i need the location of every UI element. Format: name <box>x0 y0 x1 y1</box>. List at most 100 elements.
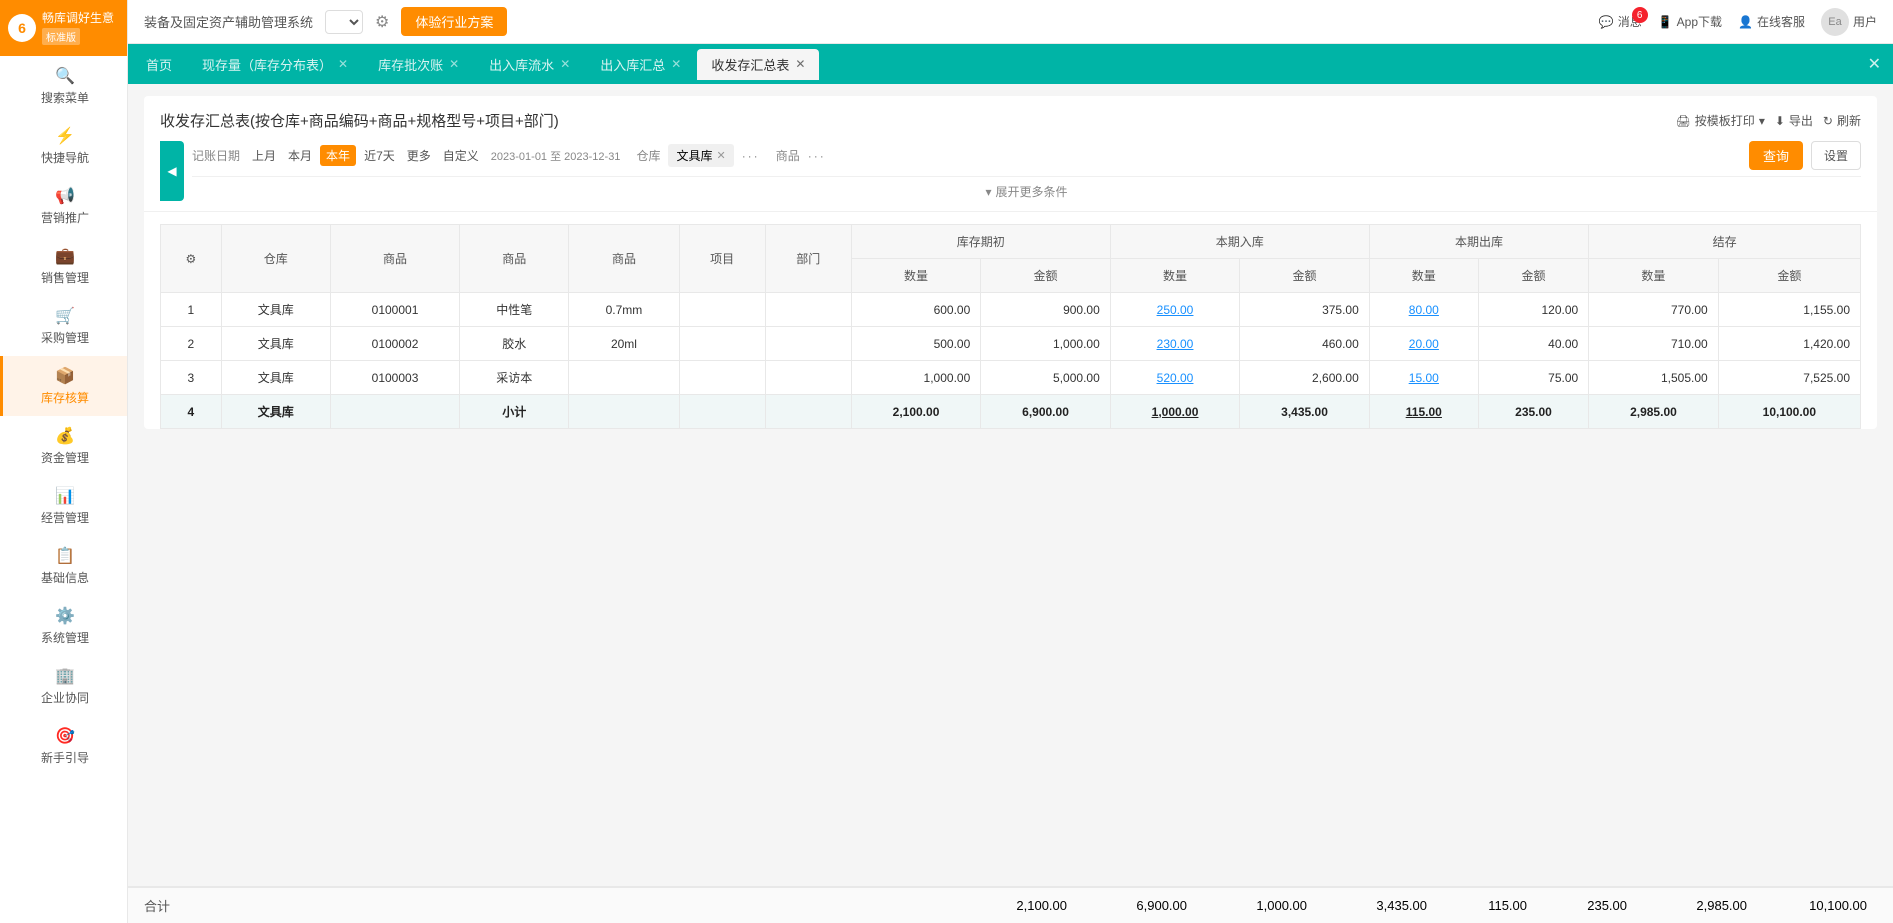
sidebar-item-label: 基础信息 <box>41 569 89 586</box>
tab-1[interactable]: 现存量（库存分布表） ✕ <box>188 49 362 80</box>
footer-open-amt: 6,900.00 <box>1077 898 1197 913</box>
message-icon: 💬 <box>1599 15 1614 29</box>
date-btn-this-year[interactable]: 本年 <box>320 145 356 166</box>
sidebar-item-business[interactable]: 📊 经营管理 <box>0 476 127 536</box>
quick-nav-icon: ⚡ <box>55 126 75 146</box>
tab-close-4[interactable]: ✕ <box>671 57 681 71</box>
query-button[interactable]: 查询 <box>1749 141 1803 170</box>
table-container: ⚙ 仓库 商品 商品 商品 项目 部门 库存期初 本期入库 本期出库 结存 <box>144 212 1877 429</box>
sidebar-item-guide[interactable]: 🎯新手引导 <box>0 716 127 776</box>
date-btn-last-month[interactable]: 上月 <box>248 145 280 166</box>
tab-4[interactable]: 出入库汇总✕ <box>586 49 695 80</box>
th-code: 商品 <box>330 225 460 293</box>
tab-label-5: 收发存汇总表 <box>711 55 789 74</box>
table-row: 2 文具库 0100002 胶水 20ml 500.00 1,000.00 23… <box>161 327 1861 361</box>
close-all-tabs-button[interactable]: ✕ <box>1860 50 1889 78</box>
cell-end-amt: 7,525.00 <box>1718 361 1860 395</box>
cell-out-qty[interactable]: 20.00 <box>1369 327 1478 361</box>
tab-label-0: 首页 <box>146 55 172 74</box>
business-icon: 📊 <box>55 486 75 506</box>
message-button[interactable]: 💬 消息 6 <box>1599 13 1642 30</box>
th-dept: 部门 <box>765 225 851 293</box>
sidebar-item-marketing[interactable]: 📢营销推广 <box>0 176 127 236</box>
cell-out-amt: 235.00 <box>1478 395 1588 429</box>
cell-end-qty: 770.00 <box>1589 293 1719 327</box>
online-service-button[interactable]: 👤 在线客服 <box>1738 13 1805 30</box>
tab-close-2[interactable]: ✕ <box>449 57 459 71</box>
cell-name: 小计 <box>460 395 569 429</box>
cell-out-qty[interactable]: 15.00 <box>1369 361 1478 395</box>
app-download-button[interactable]: 📱 App下载 <box>1658 13 1722 30</box>
chevron-down-icon: ▾ <box>1759 114 1765 128</box>
sidebar-item-label: 库存核算 <box>41 389 89 406</box>
date-btn-this-month[interactable]: 本月 <box>284 145 316 166</box>
enterprise-icon: 🏢 <box>55 666 75 686</box>
goods-ellipsis[interactable]: ··· <box>808 149 826 163</box>
expand-more-button[interactable]: ▾ 展开更多条件 <box>985 183 1067 200</box>
cell-end-qty: 710.00 <box>1589 327 1719 361</box>
sidebar-item-sales[interactable]: 💼销售管理 <box>0 236 127 296</box>
cell-out-qty[interactable]: 115.00 <box>1369 395 1478 429</box>
sidebar-item-enterprise[interactable]: 🏢企业协同 <box>0 656 127 716</box>
cell-project <box>679 395 765 429</box>
tab-close-3[interactable]: ✕ <box>560 57 570 71</box>
warehouse-ellipsis[interactable]: ··· <box>742 149 760 163</box>
tab-2[interactable]: 库存批次账 ✕ <box>364 49 473 80</box>
tab-3[interactable]: 出入库流水✕ <box>475 49 584 80</box>
warehouse-filter: 仓库 文具库 ✕ ··· <box>636 144 759 167</box>
sidebar-item-quick-nav[interactable]: ⚡快捷导航 <box>0 116 127 176</box>
tab-label-2: 库存批次账 <box>378 55 443 74</box>
system-dropdown[interactable] <box>325 10 363 34</box>
settings-button[interactable]: ⚙ <box>375 12 389 32</box>
tab-close-1[interactable]: ✕ <box>338 57 348 71</box>
cell-in-qty[interactable]: 230.00 <box>1110 327 1240 361</box>
sidebar-item-basic-info[interactable]: 📋基础信息 <box>0 536 127 596</box>
filter-collapse-button[interactable]: ◀ <box>160 141 184 201</box>
date-range-display: 2023-01-01 至 2023-12-31 <box>491 148 621 164</box>
tab-0[interactable]: 首页 <box>132 49 186 80</box>
tab-5[interactable]: 收发存汇总表 ✕ <box>697 49 819 80</box>
cell-spec: 0.7mm <box>569 293 679 327</box>
date-btn-7days[interactable]: 近7天 <box>360 145 399 166</box>
print-template-button[interactable]: 🖨 按模板打印 ▾ <box>1676 112 1765 129</box>
filter-content: 记账日期 上月 本月 本年 近7天 更多 自定义 2023-01-01 至 20… <box>192 141 1861 200</box>
topbar-right: 💬 消息 6 📱 App下载 👤 在线客服 Ea 用户 <box>1599 8 1877 36</box>
inventory-icon: 📦 <box>55 366 75 386</box>
sidebar-item-label: 经营管理 <box>41 509 89 526</box>
cell-name: 中性笔 <box>460 293 569 327</box>
table-row: 1 文具库 0100001 中性笔 0.7mm 600.00 900.00 25… <box>161 293 1861 327</box>
system-name: 装备及固定资产辅助管理系统 <box>144 12 313 31</box>
sidebar-item-inventory[interactable]: 📦 库存核算 <box>0 356 127 416</box>
user-menu[interactable]: Ea 用户 <box>1821 8 1877 36</box>
cell-open-qty: 600.00 <box>851 293 981 327</box>
th-out-group: 本期出库 <box>1369 225 1588 259</box>
cell-code: 0100001 <box>330 293 460 327</box>
export-button[interactable]: ⬇ 导出 <box>1775 112 1813 129</box>
experience-button[interactable]: 体验行业方案 <box>401 7 507 36</box>
sidebar-item-system[interactable]: ⚙️系统管理 <box>0 596 127 656</box>
cell-project <box>679 361 765 395</box>
cell-in-qty[interactable]: 1,000.00 <box>1110 395 1240 429</box>
date-buttons: 上月 本月 本年 近7天 更多 自定义 <box>248 145 483 166</box>
sidebar-item-label: 系统管理 <box>41 629 89 646</box>
filter-setting-button[interactable]: 设置 <box>1811 141 1861 170</box>
cell-code: 0100002 <box>330 327 460 361</box>
date-filter: 记账日期 上月 本月 本年 近7天 更多 自定义 2023-01-01 至 20… <box>192 145 620 166</box>
warehouse-tag-close[interactable]: ✕ <box>716 149 725 162</box>
date-btn-more[interactable]: 更多 <box>403 145 435 166</box>
cell-in-qty[interactable]: 250.00 <box>1110 293 1240 327</box>
expand-more-area: ▾ 展开更多条件 <box>192 176 1861 200</box>
sidebar-item-search[interactable]: 🔍搜索菜单 <box>0 56 127 116</box>
warehouse-label: 仓库 <box>636 147 660 164</box>
cell-in-amt: 2,600.00 <box>1240 361 1370 395</box>
tab-label-1: 现存量（库存分布表） <box>202 55 332 74</box>
cell-out-qty[interactable]: 80.00 <box>1369 293 1478 327</box>
date-btn-custom[interactable]: 自定义 <box>439 145 483 166</box>
cell-in-qty[interactable]: 520.00 <box>1110 361 1240 395</box>
goods-filter: 商品 ··· <box>776 147 826 164</box>
refresh-button[interactable]: ↻ 刷新 <box>1823 112 1861 129</box>
tab-close-5[interactable]: ✕ <box>795 57 805 71</box>
sidebar-item-finance[interactable]: 💰资金管理 <box>0 416 127 476</box>
cell-warehouse: 文具库 <box>221 361 330 395</box>
sidebar-item-purchase[interactable]: 🛒采购管理 <box>0 296 127 356</box>
